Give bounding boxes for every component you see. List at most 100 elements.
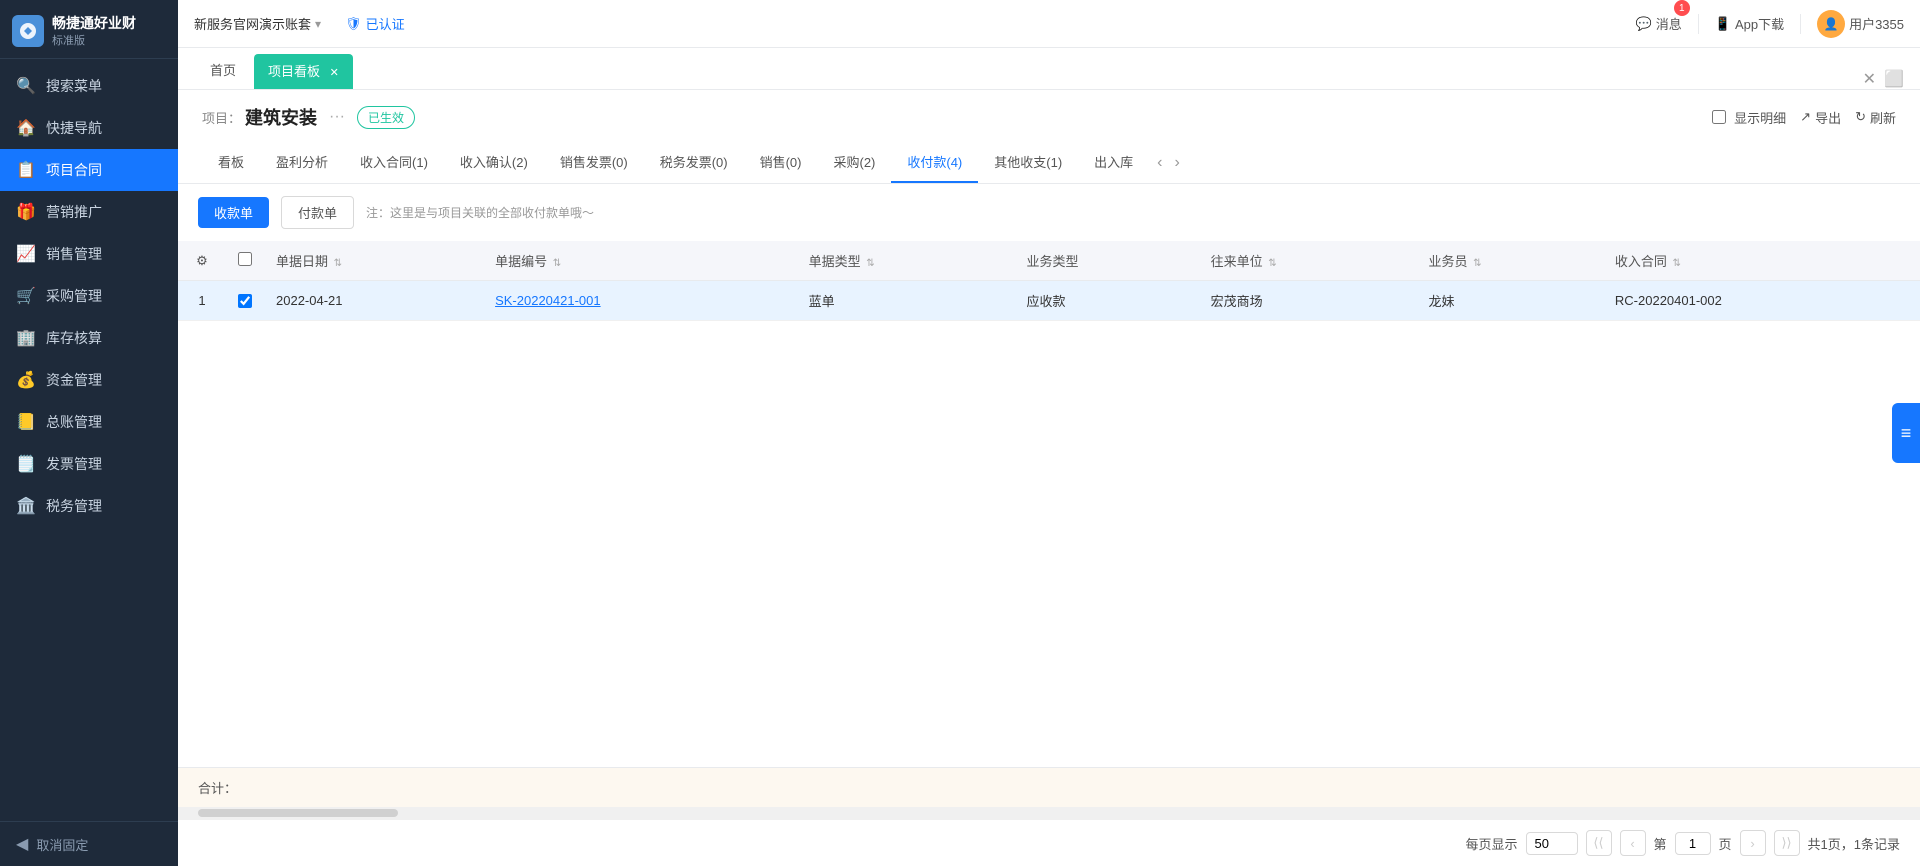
sidebar-item-7[interactable]: 💰 资金管理 — [0, 359, 178, 401]
project-status-badge: 已生效 — [357, 106, 415, 129]
sidebar-item-0[interactable]: 🔍 搜索菜单 — [0, 65, 178, 107]
subtabs: 看板盈利分析收入合同(1)收入确认(2)销售发票(0)税务发票(0)销售(0)采… — [202, 142, 1896, 183]
show-detail-checkbox-label[interactable]: 显示明细 — [1712, 108, 1786, 127]
select-all-checkbox[interactable] — [238, 252, 252, 266]
sort-partner-icon[interactable]: ⇅ — [1268, 258, 1276, 269]
per-page-select[interactable]: 50 100 200 — [1526, 832, 1578, 855]
export-button[interactable]: ↗ 导出 — [1800, 108, 1841, 127]
topbar: 新服务官网演示账套 ▾ 🛡 已认证 💬 消息 1 📱 App下载 👤 用户335… — [178, 0, 1920, 48]
tab-window-controls: ✕ ⬜ — [1863, 69, 1904, 89]
sidebar-icon-9: 🗒️ — [16, 454, 36, 474]
th-check — [226, 241, 264, 281]
project-more-button[interactable]: ··· — [329, 108, 345, 126]
sidebar-label-0: 搜索菜单 — [46, 76, 102, 96]
td-code[interactable]: SK-20220421-001 — [483, 281, 797, 321]
app-logo-icon — [12, 15, 44, 47]
pagination-page-label: 第 — [1654, 834, 1667, 853]
refresh-button[interactable]: ↻ 刷新 — [1855, 108, 1896, 127]
row-checkbox[interactable] — [238, 294, 252, 308]
project-header: 项目： 建筑安装 ··· 已生效 显示明细 ↗ 导出 ↻ 刷新 — [178, 90, 1920, 184]
app-download-button[interactable]: 📱 App下载 — [1715, 14, 1784, 33]
subtab-3[interactable]: 收入确认(2) — [444, 142, 544, 183]
tab-close-icon[interactable]: ✕ — [330, 67, 339, 79]
maximize-window-button[interactable]: ⬜ — [1884, 69, 1904, 89]
pagination-last-button[interactable]: ⟩⟩ — [1774, 830, 1800, 856]
th-code: 单据编号 ⇅ — [483, 241, 797, 281]
fukuandan-tab-button[interactable]: 付款单 — [281, 196, 354, 229]
table-scrollbar[interactable] — [198, 809, 398, 817]
th-date: 单据日期 ⇅ — [264, 241, 483, 281]
sort-code-icon[interactable]: ⇅ — [553, 258, 561, 269]
sidebar-item-1[interactable]: 🏠 快捷导航 — [0, 107, 178, 149]
subtab-0[interactable]: 看板 — [202, 142, 260, 183]
table-section: 收款单 付款单 注：这里是与项目关联的全部收付款单哦～ ⚙ — [178, 184, 1920, 866]
td-contract: RC-20220401-002 — [1603, 281, 1920, 321]
subtab-9[interactable]: 其他收支(1) — [978, 142, 1078, 183]
sort-type-icon[interactable]: ⇅ — [866, 258, 874, 269]
subtab-next-arrow[interactable]: › — [1171, 150, 1184, 176]
subtab-prev-arrow[interactable]: ‹ — [1153, 150, 1166, 176]
project-name: 建筑安装 — [245, 104, 317, 130]
sidebar-icon-4: 📈 — [16, 244, 36, 264]
th-num: ⚙ — [178, 241, 226, 281]
subtab-2[interactable]: 收入合同(1) — [344, 142, 444, 183]
sort-contract-icon[interactable]: ⇅ — [1673, 258, 1681, 269]
table-footer: 合计： — [178, 767, 1920, 807]
sidebar-item-2[interactable]: 📋 项目合同 — [0, 149, 178, 191]
project-header-actions: 显示明细 ↗ 导出 ↻ 刷新 — [1712, 108, 1896, 127]
table-body: 1 2022-04-21 SK-20220421-001 蓝单 应收款 宏茂商场… — [178, 281, 1920, 321]
pagination-page-input[interactable] — [1675, 832, 1711, 855]
app-version: 标准版 — [52, 32, 136, 48]
td-partner: 宏茂商场 — [1199, 281, 1417, 321]
show-detail-checkbox[interactable] — [1712, 110, 1726, 124]
table-wrap: ⚙ 单据日期 ⇅ 单据编号 ⇅ 单据类型 ⇅ 业务类型 往来单位 ⇅ 业务员 ⇅ — [178, 241, 1920, 767]
main-content: 新服务官网演示账套 ▾ 🛡 已认证 💬 消息 1 📱 App下载 👤 用户335… — [178, 0, 1920, 866]
subtab-8[interactable]: 收付款(4) — [891, 142, 978, 183]
pagination-next-button[interactable]: › — [1740, 830, 1766, 856]
topbar-divider1 — [1698, 14, 1699, 34]
pagination-prev-button[interactable]: ‹ — [1620, 830, 1646, 856]
table-row[interactable]: 1 2022-04-21 SK-20220421-001 蓝单 应收款 宏茂商场… — [178, 281, 1920, 321]
sidebar-item-6[interactable]: 🏢 库存核算 — [0, 317, 178, 359]
subtab-7[interactable]: 采购(2) — [817, 142, 891, 183]
sidebar-icon-5: 🛒 — [16, 286, 36, 306]
phone-icon: 📱 — [1715, 16, 1731, 32]
tab-project-board[interactable]: 项目看板 ✕ — [254, 54, 353, 89]
sort-salesman-icon[interactable]: ⇅ — [1473, 258, 1481, 269]
app-download-label: App下载 — [1735, 14, 1784, 33]
td-date: 2022-04-21 — [264, 281, 483, 321]
sort-date-icon[interactable]: ⇅ — [334, 258, 342, 269]
sidebar-unpin[interactable]: ◀ 取消固定 — [0, 821, 178, 866]
sidebar-icon-7: 💰 — [16, 370, 36, 390]
side-panel-toggle[interactable]: ≡ — [1892, 403, 1920, 463]
toolbar-note: 注：这里是与项目关联的全部收付款单哦～ — [366, 204, 594, 221]
sidebar-item-4[interactable]: 📈 销售管理 — [0, 233, 178, 275]
sidebar-item-3[interactable]: 🎁 营销推广 — [0, 191, 178, 233]
close-window-button[interactable]: ✕ — [1863, 69, 1876, 89]
subtab-4[interactable]: 销售发票(0) — [544, 142, 644, 183]
pagination-first-button[interactable]: ⟨⟨ — [1586, 830, 1612, 856]
topbar-verified-label: 已认证 — [366, 14, 405, 33]
messages-button[interactable]: 💬 消息 1 — [1636, 14, 1682, 33]
topbar-project[interactable]: 新服务官网演示账套 ▾ — [194, 14, 321, 33]
subtab-6[interactable]: 销售(0) — [744, 142, 818, 183]
sidebar-label-2: 项目合同 — [46, 160, 102, 180]
user-menu-button[interactable]: 👤 用户3355 — [1817, 10, 1904, 38]
sidebar-item-8[interactable]: 📒 总账管理 — [0, 401, 178, 443]
subtab-10[interactable]: 出入库 — [1078, 142, 1149, 183]
subtab-5[interactable]: 税务发票(0) — [644, 142, 744, 183]
settings-icon[interactable]: ⚙ — [196, 253, 208, 268]
tabbar: 首页 项目看板 ✕ ✕ ⬜ — [178, 48, 1920, 90]
shoukuandan-tab-button[interactable]: 收款单 — [198, 197, 269, 228]
topbar-project-name: 新服务官网演示账套 — [194, 14, 311, 33]
sidebar-label-7: 资金管理 — [46, 370, 102, 390]
sidebar-item-5[interactable]: 🛒 采购管理 — [0, 275, 178, 317]
sidebar-item-9[interactable]: 🗒️ 发票管理 — [0, 443, 178, 485]
project-title-row: 项目： 建筑安装 ··· 已生效 显示明细 ↗ 导出 ↻ 刷新 — [202, 104, 1896, 130]
export-label: 导出 — [1815, 108, 1841, 127]
subtab-1[interactable]: 盈利分析 — [260, 142, 344, 183]
show-detail-label: 显示明细 — [1734, 108, 1786, 127]
tab-home[interactable]: 首页 — [194, 52, 252, 89]
pagination: 每页显示 50 100 200 ⟨⟨ ‹ 第 页 › ⟩⟩ 共1页，1条记录 — [178, 819, 1920, 866]
sidebar-item-10[interactable]: 🏛️ 税务管理 — [0, 485, 178, 527]
